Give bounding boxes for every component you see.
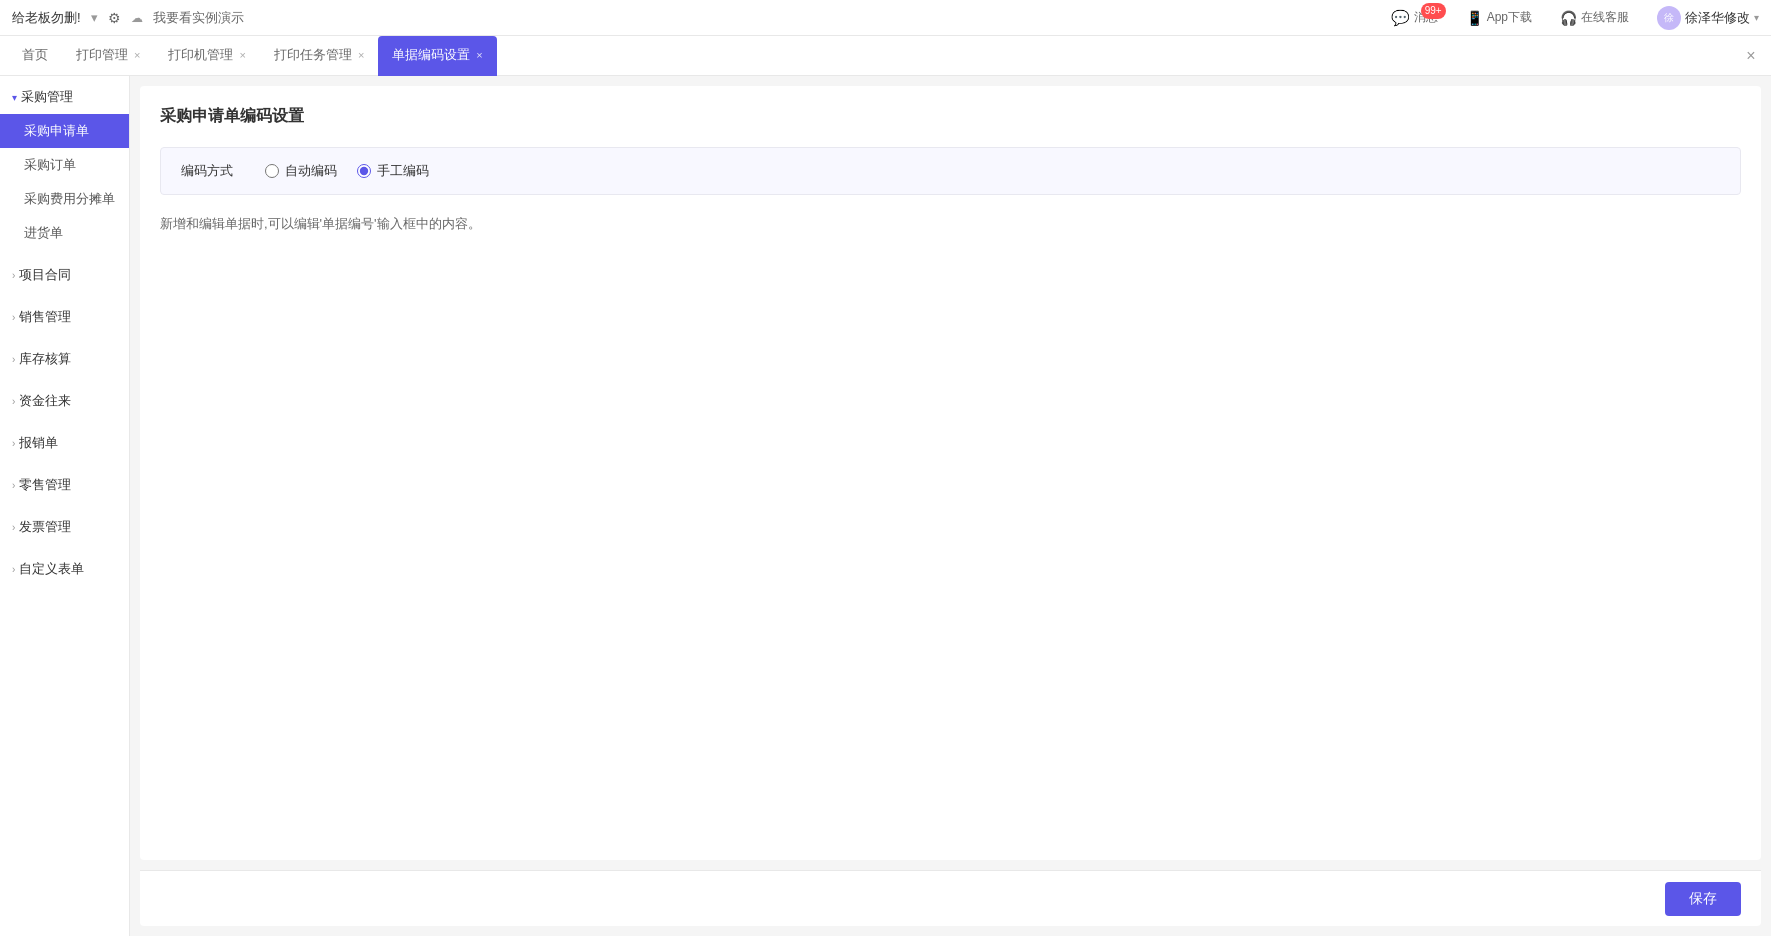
sidebar-group-capital: › 资金往来: [0, 380, 129, 422]
footer-bar: 保存: [140, 870, 1761, 926]
sidebar: ▾ 采购管理 采购申请单 采购订单 采购费用分摊单 进货单 › 项目合同: [0, 76, 130, 936]
sidebar-group-project-title[interactable]: › 项目合同: [0, 258, 129, 292]
tab-print-mgmt-label: 打印管理: [76, 46, 128, 64]
global-close-btn[interactable]: ×: [1731, 36, 1771, 76]
encoding-section: 编码方式 自动编码 手工编码: [160, 147, 1741, 195]
service-label: 在线客服: [1581, 9, 1629, 26]
sidebar-group-inventory-title[interactable]: › 库存核算: [0, 342, 129, 376]
top-bar-left: 给老板勿删! ▾ ⚙ ☁ 我要看实例演示: [12, 9, 244, 27]
message-btn[interactable]: 💬 消息 99+: [1391, 9, 1438, 27]
content-area: 采购申请单编码设置 编码方式 自动编码 手工编码: [140, 86, 1761, 860]
dropdown-icon[interactable]: ▾: [91, 10, 98, 25]
page-title: 采购申请单编码设置: [160, 106, 1741, 127]
message-icon: 💬: [1391, 9, 1410, 27]
sidebar-group-custom-title[interactable]: › 自定义表单: [0, 552, 129, 586]
sidebar-group-sales-label: 销售管理: [19, 308, 71, 326]
tab-printer-mgmt[interactable]: 打印机管理 ×: [154, 36, 259, 76]
radio-manual-label: 手工编码: [377, 162, 429, 180]
sidebar-group-invoice-title[interactable]: › 发票管理: [0, 510, 129, 544]
sidebar-item-purchase-order[interactable]: 采购订单: [0, 148, 129, 182]
top-bar: 给老板勿删! ▾ ⚙ ☁ 我要看实例演示 💬 消息 99+ 📱 App下载 🎧 …: [0, 0, 1771, 36]
search-icon: ☁: [131, 11, 143, 25]
sidebar-group-invoice-label: 发票管理: [19, 518, 71, 536]
top-bar-right: 💬 消息 99+ 📱 App下载 🎧 在线客服 徐 徐泽华修改 ▾: [1391, 6, 1759, 30]
radio-auto[interactable]: 自动编码: [265, 162, 337, 180]
returns-arrow-icon: ›: [12, 438, 15, 449]
tab-print-mgmt-close[interactable]: ×: [134, 49, 140, 61]
app-label: App下载: [1487, 9, 1532, 26]
app-title: 给老板勿删!: [12, 9, 81, 27]
encoding-label: 编码方式: [181, 162, 233, 180]
app-icon: 📱: [1466, 10, 1483, 26]
layout: ▾ 采购管理 采购申请单 采购订单 采购费用分摊单 进货单 › 项目合同: [0, 76, 1771, 936]
sidebar-group-capital-label: 资金往来: [19, 392, 71, 410]
sidebar-item-stock-in[interactable]: 进货单: [0, 216, 129, 250]
service-icon: 🎧: [1560, 10, 1577, 26]
online-service-btn[interactable]: 🎧 在线客服: [1560, 9, 1629, 26]
sidebar-group-invoice: › 发票管理: [0, 506, 129, 548]
sidebar-group-sales: › 销售管理: [0, 296, 129, 338]
sidebar-group-custom: › 自定义表单: [0, 548, 129, 590]
tab-barcode-setting-label: 单据编码设置: [392, 46, 470, 64]
sidebar-group-returns: › 报销单: [0, 422, 129, 464]
sidebar-group-returns-label: 报销单: [19, 434, 58, 452]
radio-auto-label: 自动编码: [285, 162, 337, 180]
sidebar-group-project: › 项目合同: [0, 254, 129, 296]
settings-icon[interactable]: ⚙: [108, 10, 121, 26]
project-arrow-icon: ›: [12, 270, 15, 281]
sidebar-group-capital-title[interactable]: › 资金往来: [0, 384, 129, 418]
tab-barcode-setting-close[interactable]: ×: [476, 49, 482, 61]
tab-printer-mgmt-label: 打印机管理: [168, 46, 233, 64]
user-name: 徐泽华修改: [1685, 9, 1750, 27]
invoice-arrow-icon: ›: [12, 522, 15, 533]
sales-arrow-icon: ›: [12, 312, 15, 323]
app-download-btn[interactable]: 📱 App下载: [1466, 9, 1532, 26]
radio-group: 自动编码 手工编码: [265, 162, 429, 180]
tab-print-task[interactable]: 打印任务管理 ×: [260, 36, 378, 76]
tab-print-mgmt[interactable]: 打印管理 ×: [62, 36, 154, 76]
tab-bar: 首页 打印管理 × 打印机管理 × 打印任务管理 × 单据编码设置 × ×: [0, 36, 1771, 76]
sidebar-group-inventory: › 库存核算: [0, 338, 129, 380]
radio-auto-input[interactable]: [265, 164, 279, 178]
sidebar-group-retail-label: 零售管理: [19, 476, 71, 494]
sidebar-group-project-label: 项目合同: [19, 266, 71, 284]
main-content: 采购申请单编码设置 编码方式 自动编码 手工编码: [130, 76, 1771, 936]
inventory-arrow-icon: ›: [12, 354, 15, 365]
sidebar-item-purchase-request[interactable]: 采购申请单: [0, 114, 129, 148]
sidebar-group-returns-title[interactable]: › 报销单: [0, 426, 129, 460]
sidebar-group-sales-title[interactable]: › 销售管理: [0, 300, 129, 334]
tab-printer-mgmt-close[interactable]: ×: [239, 49, 245, 61]
retail-arrow-icon: ›: [12, 480, 15, 491]
search-hint[interactable]: 我要看实例演示: [153, 9, 244, 27]
capital-arrow-icon: ›: [12, 396, 15, 407]
sidebar-group-purchase-title[interactable]: ▾ 采购管理: [0, 80, 129, 114]
message-badge: 99+: [1421, 3, 1446, 19]
user-info[interactable]: 徐 徐泽华修改 ▾: [1657, 6, 1759, 30]
purchase-arrow-icon: ▾: [12, 92, 17, 103]
sidebar-group-purchase-label: 采购管理: [21, 88, 73, 106]
radio-manual[interactable]: 手工编码: [357, 162, 429, 180]
sidebar-group-retail: › 零售管理: [0, 464, 129, 506]
sidebar-group-inventory-label: 库存核算: [19, 350, 71, 368]
radio-manual-input[interactable]: [357, 164, 371, 178]
sidebar-group-retail-title[interactable]: › 零售管理: [0, 468, 129, 502]
avatar: 徐: [1657, 6, 1681, 30]
hint-text: 新增和编辑单据时,可以编辑'单据编号'输入框中的内容。: [160, 211, 1741, 237]
sidebar-item-purchase-expense[interactable]: 采购费用分摊单: [0, 182, 129, 216]
user-dropdown-icon: ▾: [1754, 12, 1759, 23]
sidebar-group-custom-label: 自定义表单: [19, 560, 84, 578]
custom-arrow-icon: ›: [12, 564, 15, 575]
tab-barcode-setting[interactable]: 单据编码设置 ×: [378, 36, 496, 76]
encoding-row: 编码方式 自动编码 手工编码: [181, 162, 1720, 180]
tab-print-task-close[interactable]: ×: [358, 49, 364, 61]
tab-home[interactable]: 首页: [8, 36, 62, 76]
save-button[interactable]: 保存: [1665, 882, 1741, 916]
tab-home-label: 首页: [22, 46, 48, 64]
sidebar-group-purchase: ▾ 采购管理 采购申请单 采购订单 采购费用分摊单 进货单: [0, 76, 129, 254]
tab-print-task-label: 打印任务管理: [274, 46, 352, 64]
